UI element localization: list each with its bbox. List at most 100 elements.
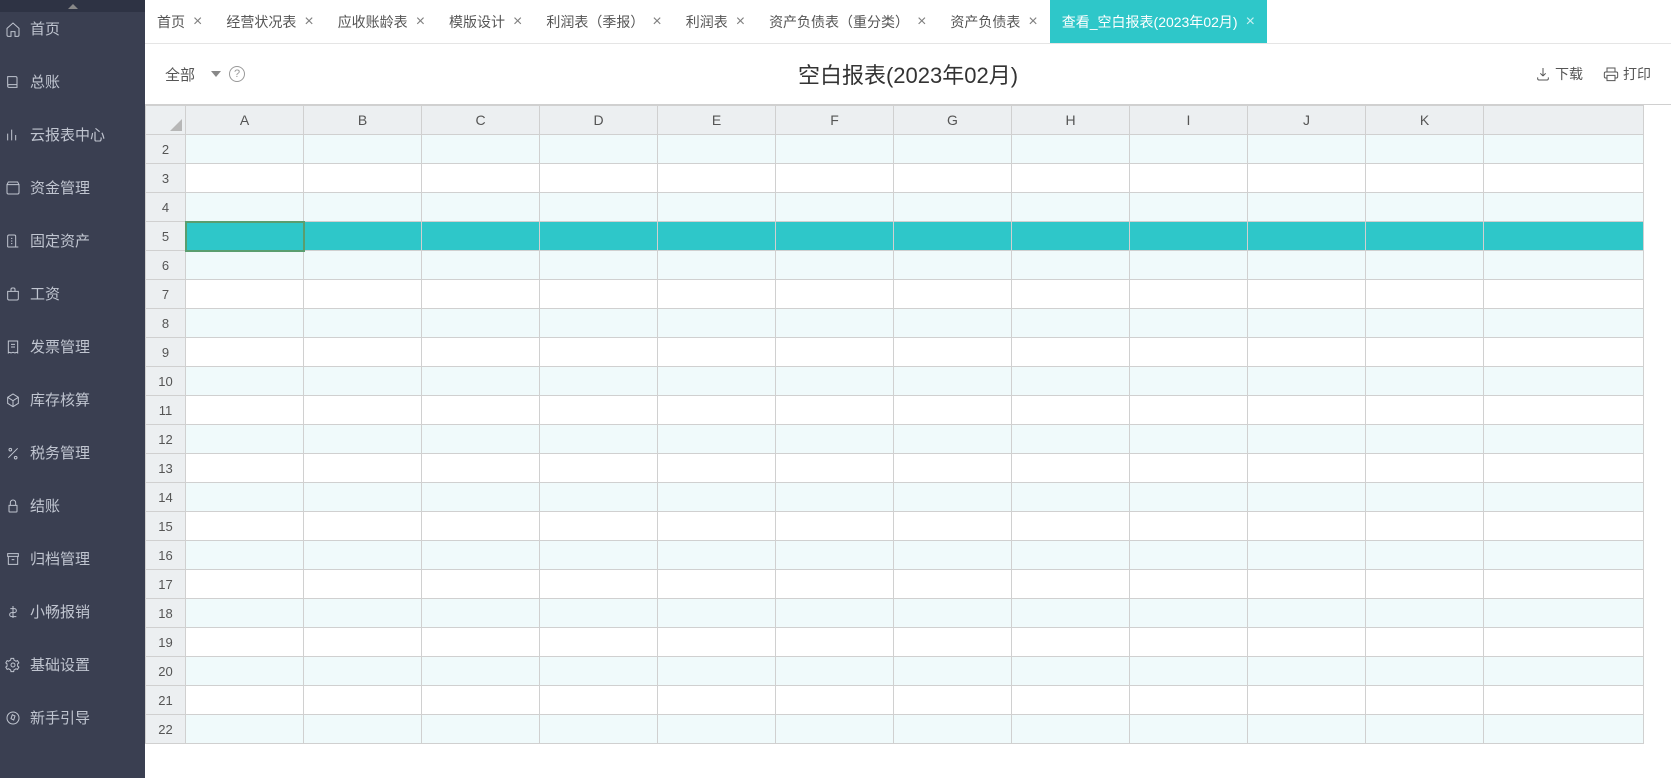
row-header-10[interactable]: 10 bbox=[146, 367, 186, 396]
row-header-5[interactable]: 5 bbox=[146, 222, 186, 251]
cell-K7[interactable] bbox=[1366, 280, 1484, 309]
cell-K22[interactable] bbox=[1366, 715, 1484, 744]
cell-I16[interactable] bbox=[1130, 541, 1248, 570]
cell-K11[interactable] bbox=[1366, 396, 1484, 425]
cell-F5[interactable] bbox=[776, 222, 894, 251]
cell-G2[interactable] bbox=[894, 135, 1012, 164]
cell-J22[interactable] bbox=[1248, 715, 1366, 744]
cell-E4[interactable] bbox=[658, 193, 776, 222]
cell-extra-4[interactable] bbox=[1484, 193, 1644, 222]
cell-G8[interactable] bbox=[894, 309, 1012, 338]
cell-E19[interactable] bbox=[658, 628, 776, 657]
col-header-F[interactable]: F bbox=[776, 106, 894, 135]
cell-E9[interactable] bbox=[658, 338, 776, 367]
cell-D21[interactable] bbox=[540, 686, 658, 715]
cell-J5[interactable] bbox=[1248, 222, 1366, 251]
cell-A5[interactable] bbox=[186, 222, 304, 251]
cell-H21[interactable] bbox=[1012, 686, 1130, 715]
spreadsheet[interactable]: ABCDEFGHIJK23456789101112131415161718192… bbox=[145, 104, 1671, 778]
cell-extra-9[interactable] bbox=[1484, 338, 1644, 367]
cell-E2[interactable] bbox=[658, 135, 776, 164]
cell-E8[interactable] bbox=[658, 309, 776, 338]
cell-K3[interactable] bbox=[1366, 164, 1484, 193]
print-button[interactable]: 打印 bbox=[1603, 64, 1651, 84]
cell-extra-7[interactable] bbox=[1484, 280, 1644, 309]
help-icon[interactable]: ? bbox=[229, 66, 245, 82]
cell-I19[interactable] bbox=[1130, 628, 1248, 657]
sidebar-item-salary[interactable]: 工资 bbox=[0, 267, 145, 320]
cell-F3[interactable] bbox=[776, 164, 894, 193]
cell-K14[interactable] bbox=[1366, 483, 1484, 512]
cell-C17[interactable] bbox=[422, 570, 540, 599]
sidebar-item-tax[interactable]: 税务管理 bbox=[0, 426, 145, 479]
cell-B16[interactable] bbox=[304, 541, 422, 570]
tab-0[interactable]: 首页× bbox=[145, 0, 214, 43]
cell-F20[interactable] bbox=[776, 657, 894, 686]
cell-E17[interactable] bbox=[658, 570, 776, 599]
cell-C13[interactable] bbox=[422, 454, 540, 483]
cell-F21[interactable] bbox=[776, 686, 894, 715]
cell-E14[interactable] bbox=[658, 483, 776, 512]
cell-B10[interactable] bbox=[304, 367, 422, 396]
cell-A11[interactable] bbox=[186, 396, 304, 425]
sidebar-item-guide[interactable]: 新手引导 bbox=[0, 691, 145, 744]
sidebar-scroll-up-button[interactable] bbox=[0, 0, 145, 12]
cell-F19[interactable] bbox=[776, 628, 894, 657]
col-header-I[interactable]: I bbox=[1130, 106, 1248, 135]
cell-E5[interactable] bbox=[658, 222, 776, 251]
cell-G5[interactable] bbox=[894, 222, 1012, 251]
cell-G12[interactable] bbox=[894, 425, 1012, 454]
cell-H4[interactable] bbox=[1012, 193, 1130, 222]
cell-J10[interactable] bbox=[1248, 367, 1366, 396]
cell-B13[interactable] bbox=[304, 454, 422, 483]
cell-C18[interactable] bbox=[422, 599, 540, 628]
cell-H6[interactable] bbox=[1012, 251, 1130, 280]
cell-F16[interactable] bbox=[776, 541, 894, 570]
cell-I2[interactable] bbox=[1130, 135, 1248, 164]
sidebar-item-inventory[interactable]: 库存核算 bbox=[0, 373, 145, 426]
cell-A4[interactable] bbox=[186, 193, 304, 222]
cell-extra-19[interactable] bbox=[1484, 628, 1644, 657]
sidebar-item-expense[interactable]: 小畅报销 bbox=[0, 585, 145, 638]
cell-D12[interactable] bbox=[540, 425, 658, 454]
cell-H15[interactable] bbox=[1012, 512, 1130, 541]
row-header-4[interactable]: 4 bbox=[146, 193, 186, 222]
cell-I13[interactable] bbox=[1130, 454, 1248, 483]
cell-E15[interactable] bbox=[658, 512, 776, 541]
cell-I7[interactable] bbox=[1130, 280, 1248, 309]
cell-C4[interactable] bbox=[422, 193, 540, 222]
cell-D2[interactable] bbox=[540, 135, 658, 164]
cell-I15[interactable] bbox=[1130, 512, 1248, 541]
cell-D15[interactable] bbox=[540, 512, 658, 541]
sidebar-item-fixed-asset[interactable]: 固定资产 bbox=[0, 214, 145, 267]
cell-C12[interactable] bbox=[422, 425, 540, 454]
cell-J6[interactable] bbox=[1248, 251, 1366, 280]
sidebar-item-invoice[interactable]: 发票管理 bbox=[0, 320, 145, 373]
sidebar-item-fund[interactable]: 资金管理 bbox=[0, 161, 145, 214]
cell-A17[interactable] bbox=[186, 570, 304, 599]
row-header-8[interactable]: 8 bbox=[146, 309, 186, 338]
cell-C15[interactable] bbox=[422, 512, 540, 541]
close-icon[interactable]: × bbox=[1246, 14, 1255, 30]
cell-D20[interactable] bbox=[540, 657, 658, 686]
close-icon[interactable]: × bbox=[736, 14, 745, 30]
cell-I17[interactable] bbox=[1130, 570, 1248, 599]
cell-G3[interactable] bbox=[894, 164, 1012, 193]
row-header-12[interactable]: 12 bbox=[146, 425, 186, 454]
cell-F13[interactable] bbox=[776, 454, 894, 483]
cell-J2[interactable] bbox=[1248, 135, 1366, 164]
cell-extra-5[interactable] bbox=[1484, 222, 1644, 251]
row-header-14[interactable]: 14 bbox=[146, 483, 186, 512]
row-header-7[interactable]: 7 bbox=[146, 280, 186, 309]
cell-J9[interactable] bbox=[1248, 338, 1366, 367]
cell-H16[interactable] bbox=[1012, 541, 1130, 570]
cell-I3[interactable] bbox=[1130, 164, 1248, 193]
cell-extra-22[interactable] bbox=[1484, 715, 1644, 744]
cell-K8[interactable] bbox=[1366, 309, 1484, 338]
tab-4[interactable]: 利润表（季报）× bbox=[534, 0, 673, 43]
cell-I11[interactable] bbox=[1130, 396, 1248, 425]
cell-E10[interactable] bbox=[658, 367, 776, 396]
cell-G13[interactable] bbox=[894, 454, 1012, 483]
cell-A10[interactable] bbox=[186, 367, 304, 396]
cell-I10[interactable] bbox=[1130, 367, 1248, 396]
